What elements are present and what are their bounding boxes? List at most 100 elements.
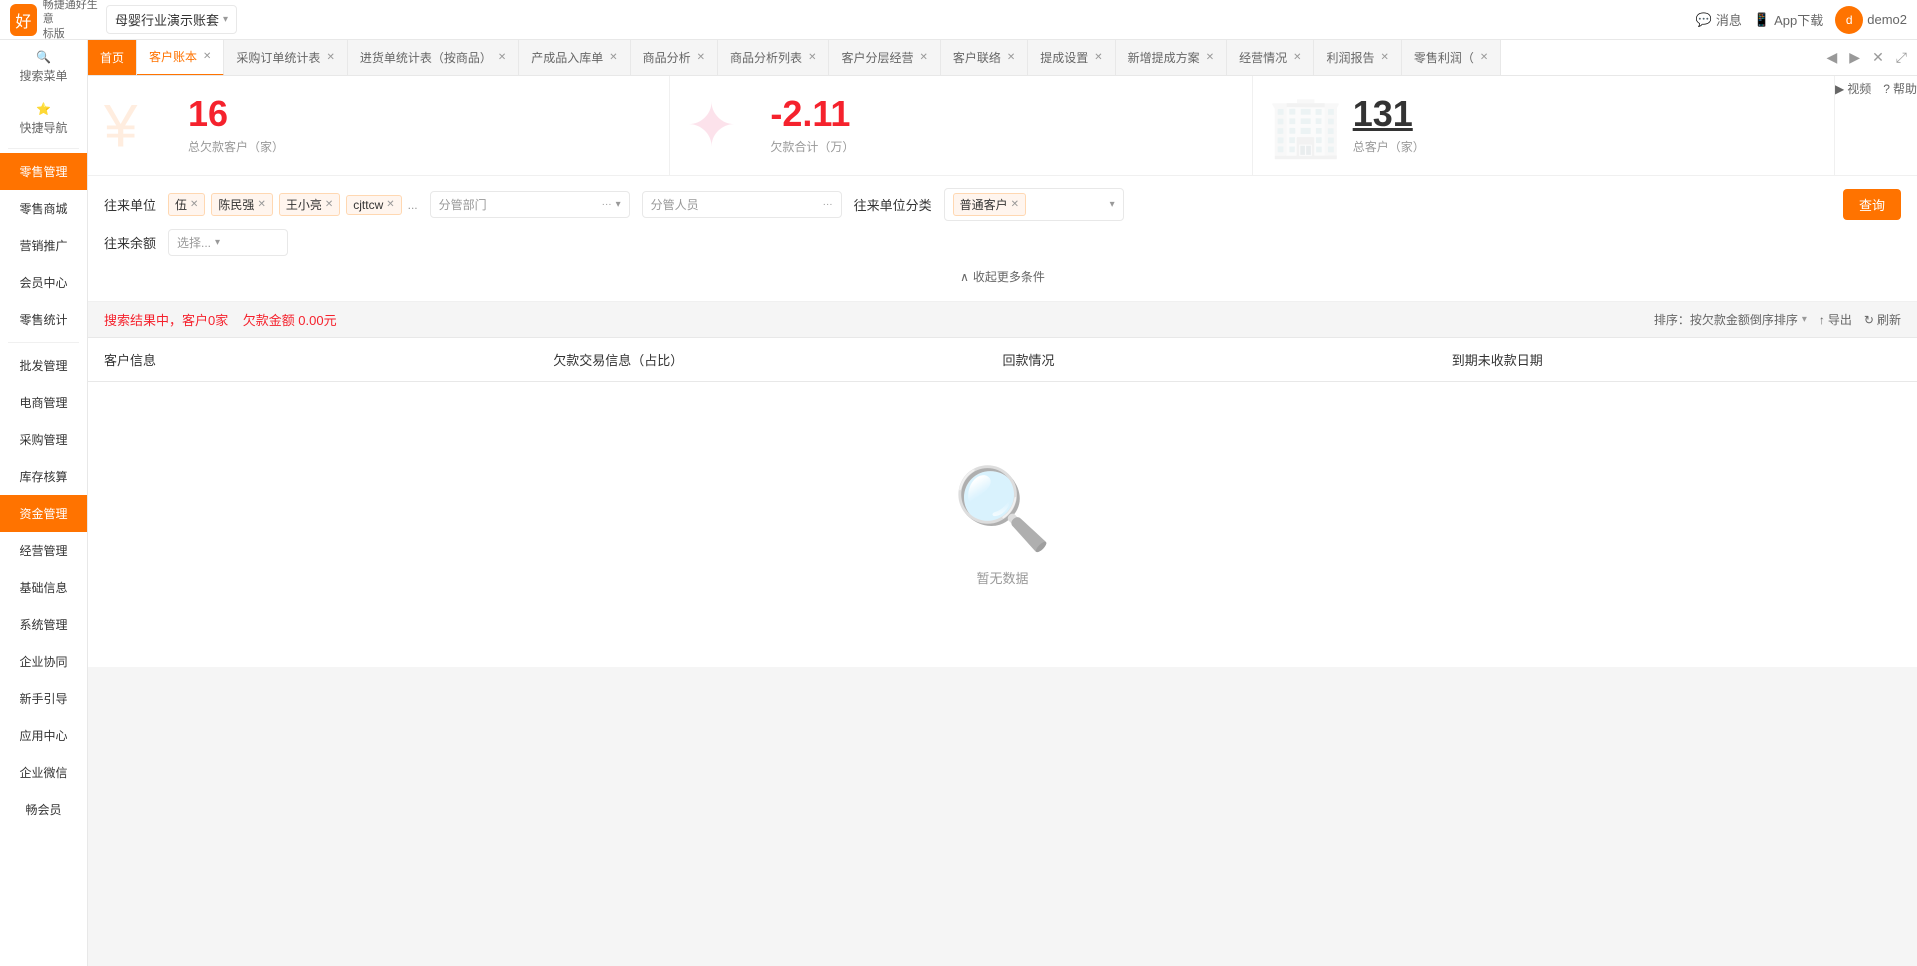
person-select-more: ··· (823, 199, 833, 210)
table-header-due-date: 到期未收款日期 (1452, 350, 1901, 369)
sidebar-item-app-center[interactable]: 应用中心 (0, 717, 87, 754)
app-download-button[interactable]: 📱 App下载 (1754, 10, 1823, 29)
logo-icon: 好 (10, 4, 37, 36)
tab-product-inbound[interactable]: 产成品入库单 ✕ (519, 40, 630, 76)
total-clients-value: 131 (1353, 96, 1425, 132)
tab-profit-report[interactable]: 利润报告 ✕ (1314, 40, 1401, 76)
sidebar-item-marketing[interactable]: 营销推广 (0, 227, 87, 264)
sidebar-item-member-vip[interactable]: 畅会员 (0, 791, 87, 828)
search-menu-button[interactable]: 🔍 搜索菜单 (8, 50, 79, 84)
tab-purchase-stats[interactable]: 采购订单统计表 ✕ (224, 40, 347, 76)
content-area: 首页 客户账本 ✕ 采购订单统计表 ✕ 进货单统计表（按商品） ✕ 产成品入库单… (88, 40, 1917, 966)
tab-expand-button[interactable]: ⤢ (1892, 47, 1911, 68)
classify-tag: 普通客户 ✕ (953, 193, 1026, 216)
table-header: 客户信息 欠款交易信息（占比） 回款情况 到期未收款日期 (88, 338, 1917, 382)
export-button[interactable]: ↑ 导出 (1819, 311, 1852, 328)
quick-nav-button[interactable]: ⭐ 快捷导航 (0, 94, 87, 144)
tab-customer-book[interactable]: 客户账本 ✕ (137, 40, 224, 76)
filter-tag-wu-close[interactable]: ✕ (190, 199, 198, 210)
balance-filter-select[interactable]: 选择... ▾ (168, 229, 288, 256)
filter-tag-chen-close[interactable]: ✕ (257, 199, 265, 210)
topbar-right: 💬 消息 📱 App下载 d demo2 (1696, 6, 1907, 34)
stat-card-total-clients: 🏢 131 总客户（家） (1253, 76, 1835, 175)
sidebar: 🔍 搜索菜单 ⭐ 快捷导航 零售管理 零售商城 营销推广 会员中心 零售统计 批… (0, 40, 88, 966)
classify-tag-close[interactable]: ✕ (1011, 199, 1019, 210)
debt-total-label: 欠款合计（万） (770, 138, 854, 155)
tab-close-operations-status[interactable]: ✕ (1293, 52, 1301, 63)
tab-bar: 首页 客户账本 ✕ 采购订单统计表 ✕ 进货单统计表（按商品） ✕ 产成品入库单… (88, 40, 1917, 76)
stat-actions: ▶ 视频 ? 帮助 (1835, 76, 1917, 97)
filter-tag-cjttcw-close[interactable]: ✕ (386, 199, 394, 210)
total-customers-label: 总欠款客户（家） (188, 138, 284, 155)
sidebar-item-member-center[interactable]: 会员中心 (0, 264, 87, 301)
tab-close-profit-report[interactable]: ✕ (1381, 52, 1389, 63)
classify-filter-label: 往来单位分类 (854, 195, 932, 214)
sidebar-item-purchase[interactable]: 采购管理 (0, 421, 87, 458)
tab-close-all-button[interactable]: ✕ (1868, 47, 1888, 68)
tab-close-new-raise-plan[interactable]: ✕ (1206, 52, 1214, 63)
logo-area: 好 畅捷通好生意 标版 (10, 0, 98, 41)
table-header-repayment: 回款情况 (1003, 350, 1452, 369)
tab-home[interactable]: 首页 (88, 40, 137, 76)
page-content: ¥ 16 总欠款客户（家） ✦ -2.11 欠款合计（万） 🏢 (88, 76, 1917, 966)
stat-info-clients: 131 总客户（家） (1353, 96, 1425, 155)
tab-close-customer-contact[interactable]: ✕ (1007, 52, 1015, 63)
sidebar-item-retail-mgmt[interactable]: 零售管理 (0, 153, 87, 190)
query-button[interactable]: 查询 (1843, 189, 1901, 220)
tab-product-analysis[interactable]: 商品分析 ✕ (631, 40, 718, 76)
tab-close-product-inbound[interactable]: ✕ (609, 52, 617, 63)
tab-close-inbound-stats[interactable]: ✕ (498, 52, 506, 63)
sidebar-item-enterprise-wechat[interactable]: 企业微信 (0, 754, 87, 791)
tab-close-raise-settings[interactable]: ✕ (1094, 52, 1102, 63)
sidebar-item-retail-mall[interactable]: 零售商城 (0, 190, 87, 227)
sidebar-item-wholesale-mgmt[interactable]: 批发管理 (0, 347, 87, 384)
tab-product-analysis-list[interactable]: 商品分析列表 ✕ (718, 40, 829, 76)
logo-text: 畅捷通好生意 标版 (43, 0, 98, 41)
person-filter-select[interactable]: 分管人员 ··· (642, 191, 842, 218)
sidebar-item-ecommerce[interactable]: 电商管理 (0, 384, 87, 421)
workspace-selector[interactable]: 母婴行业演示账套 ▾ (106, 5, 237, 34)
sort-selector[interactable]: 排序：按欠款金额倒序排序 ▾ (1654, 311, 1807, 328)
sidebar-item-inventory[interactable]: 库存核算 (0, 458, 87, 495)
tab-retail-profit[interactable]: 零售利润（ ✕ (1402, 40, 1501, 76)
tab-close-product-analysis[interactable]: ✕ (697, 52, 705, 63)
sidebar-item-sys-mgmt[interactable]: 系统管理 (0, 606, 87, 643)
dept-filter-select[interactable]: 分管部门 ··· ▾ (430, 191, 630, 218)
filter-more-button[interactable]: ... (408, 198, 418, 212)
tab-close-retail-profit[interactable]: ✕ (1480, 52, 1488, 63)
tab-close-purchase-stats[interactable]: ✕ (326, 52, 334, 63)
filter-tag-wu: 伍 ✕ (168, 193, 205, 216)
tab-inbound-stats[interactable]: 进货单统计表（按商品） ✕ (348, 40, 519, 76)
classify-filter-select[interactable]: 普通客户 ✕ ▾ (944, 188, 1124, 221)
tab-operations-status[interactable]: 经营情况 ✕ (1227, 40, 1314, 76)
tab-customer-contact[interactable]: 客户联络 ✕ (941, 40, 1028, 76)
sidebar-divider-2 (8, 342, 79, 343)
filter-tag-wang: 王小亮 ✕ (279, 193, 340, 216)
dept-chevron-icon: ▾ (616, 199, 621, 210)
tab-prev-button[interactable]: ◀ (1823, 47, 1842, 68)
tab-new-raise-plan[interactable]: 新增提成方案 ✕ (1116, 40, 1227, 76)
stat-info-customers: 16 总欠款客户（家） (188, 96, 284, 155)
sidebar-item-new-guide[interactable]: 新手引导 (0, 680, 87, 717)
tab-close-customer-segment[interactable]: ✕ (919, 52, 927, 63)
sidebar-item-enterprise[interactable]: 企业协同 (0, 643, 87, 680)
tab-raise-settings[interactable]: 提成设置 ✕ (1028, 40, 1115, 76)
user-menu[interactable]: d demo2 (1835, 6, 1907, 34)
filter-tag-wang-close[interactable]: ✕ (325, 199, 333, 210)
refresh-button[interactable]: ↻ 刷新 (1864, 311, 1901, 328)
topbar-left: 好 畅捷通好生意 标版 母婴行业演示账套 ▾ (10, 0, 237, 41)
tab-next-button[interactable]: ▶ (1845, 47, 1864, 68)
sidebar-item-operations[interactable]: 经营管理 (0, 532, 87, 569)
video-icon: ▶ (1835, 82, 1844, 96)
stats-row: ¥ 16 总欠款客户（家） ✦ -2.11 欠款合计（万） 🏢 (88, 76, 1917, 176)
sidebar-item-finance-mgmt[interactable]: 资金管理 (0, 495, 87, 532)
tab-customer-segment[interactable]: 客户分层经营 ✕ (829, 40, 940, 76)
tab-close-product-analysis-list[interactable]: ✕ (808, 52, 816, 63)
message-button[interactable]: 💬 消息 (1696, 10, 1742, 29)
video-button[interactable]: ▶ 视频 (1835, 80, 1871, 97)
sidebar-item-basic-info[interactable]: 基础信息 (0, 569, 87, 606)
sidebar-item-retail-stats[interactable]: 零售统计 (0, 301, 87, 338)
collapse-button[interactable]: ∧ 收起更多条件 (104, 264, 1901, 289)
tab-close-customer-book[interactable]: ✕ (203, 51, 211, 62)
help-button[interactable]: ? 帮助 (1883, 80, 1917, 97)
